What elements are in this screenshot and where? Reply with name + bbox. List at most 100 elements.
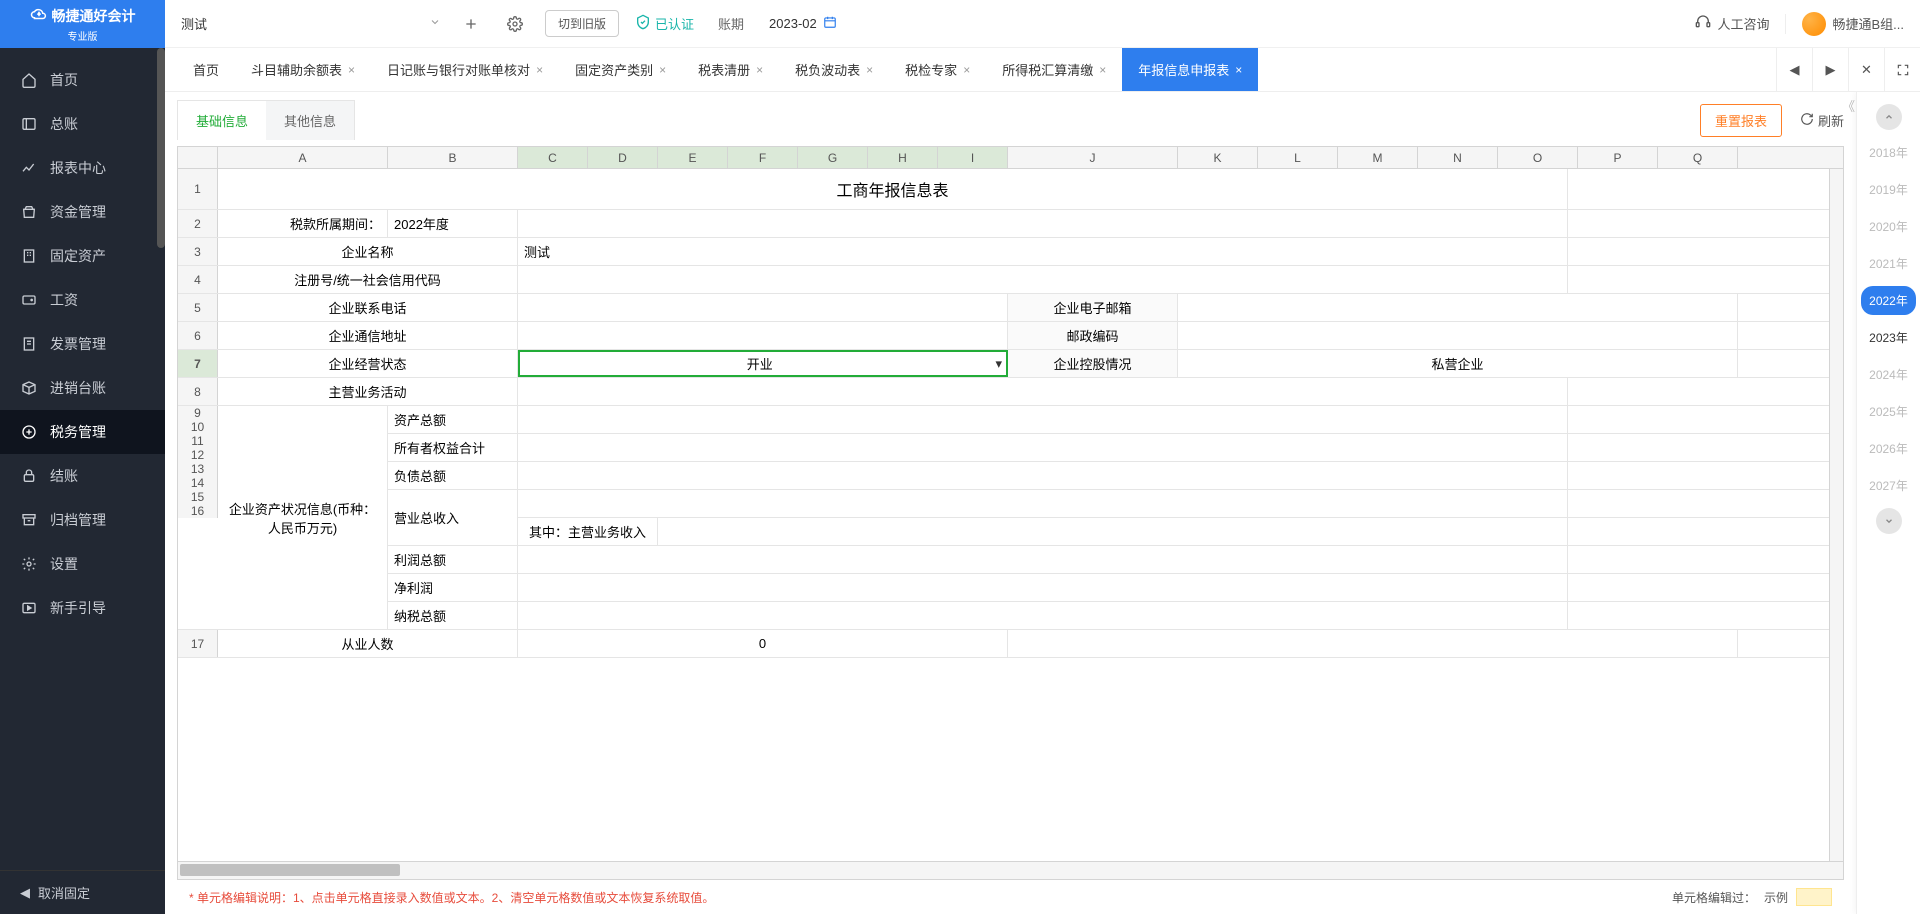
total-tax-label[interactable]: 纳税总额 [388, 602, 518, 629]
tab[interactable]: 固定资产类别× [559, 48, 682, 91]
tab[interactable]: 斗目辅助余额表× [235, 48, 371, 91]
holding-label[interactable]: 企业控股情况 [1008, 350, 1178, 377]
company-name-value[interactable]: 测试 [518, 238, 1568, 265]
phone-value[interactable] [518, 294, 1008, 321]
year-item[interactable]: 2025年 [1861, 397, 1916, 426]
row-head[interactable]: 17 [178, 630, 218, 657]
col-head[interactable]: M [1338, 147, 1418, 168]
col-head[interactable]: O [1498, 147, 1578, 168]
sidebar-unpin[interactable]: ◀ 取消固定 [0, 870, 165, 914]
close-icon[interactable]: × [756, 63, 763, 77]
nav-inventory[interactable]: 进销台账 [0, 366, 165, 410]
nav-invoice[interactable]: 发票管理 [0, 322, 165, 366]
tab[interactable]: 首页 [177, 48, 235, 91]
total-assets-value[interactable] [518, 406, 1568, 433]
company-name-label[interactable]: 企业名称 [218, 238, 518, 265]
switch-old-version-button[interactable]: 切到旧版 [545, 10, 619, 37]
phone-label[interactable]: 企业联系电话 [218, 294, 518, 321]
total-rev-label[interactable]: 营业总收入 [388, 490, 518, 545]
corner-cell[interactable] [178, 147, 218, 168]
row-head[interactable]: 14 [178, 476, 218, 490]
reg-code-value[interactable] [518, 266, 1568, 293]
col-head[interactable]: H [868, 147, 938, 168]
user-menu[interactable]: 畅捷通B组... [1802, 12, 1904, 36]
empty-cell[interactable] [518, 210, 1568, 237]
employees-value[interactable]: 0 [518, 630, 1008, 657]
year-item[interactable]: 2023年 [1861, 323, 1916, 352]
nav-fixed-assets[interactable]: 固定资产 [0, 234, 165, 278]
horizontal-scrollbar[interactable] [178, 861, 1843, 879]
total-liab-value[interactable] [518, 462, 1568, 489]
scroll-thumb[interactable] [180, 864, 400, 876]
row-head[interactable]: 11 [178, 434, 218, 448]
sheet-body[interactable]: 1 工商年报信息表 2 税款所属期间： 2022年度 3 企业名称 测试 [178, 169, 1843, 861]
main-biz-value[interactable] [518, 378, 1568, 405]
tab[interactable]: 税负波动表× [779, 48, 889, 91]
col-head[interactable]: N [1418, 147, 1498, 168]
row-head[interactable]: 5 [178, 294, 218, 321]
sheet-title[interactable]: 工商年报信息表 [218, 169, 1568, 209]
col-head[interactable]: E [658, 147, 728, 168]
row-head[interactable]: 16 [178, 504, 218, 518]
col-head[interactable]: I [938, 147, 1008, 168]
nav-reports[interactable]: 报表中心 [0, 146, 165, 190]
tab[interactable]: 税表清册× [682, 48, 779, 91]
col-head[interactable]: C [518, 147, 588, 168]
employees-label[interactable]: 从业人数 [218, 630, 518, 657]
row-head[interactable]: 15 [178, 490, 218, 504]
reset-report-button[interactable]: 重置报表 [1700, 104, 1782, 137]
close-icon[interactable]: × [659, 63, 666, 77]
sub-tab[interactable]: 其他信息 [266, 101, 354, 140]
col-head[interactable]: P [1578, 147, 1658, 168]
total-liab-label[interactable]: 负债总额 [388, 462, 518, 489]
year-item[interactable]: 2026年 [1861, 434, 1916, 463]
total-tax-value[interactable] [518, 602, 1568, 629]
year-item[interactable]: 2020年 [1861, 212, 1916, 241]
empty-cell[interactable] [1008, 630, 1738, 657]
holding-value[interactable]: 私营企业 [1178, 350, 1738, 377]
close-icon[interactable]: × [963, 63, 970, 77]
nav-close[interactable]: 结账 [0, 454, 165, 498]
close-icon[interactable]: × [866, 63, 873, 77]
tab-scroll-left[interactable]: ◀ [1776, 48, 1812, 92]
col-head[interactable]: K [1178, 147, 1258, 168]
company-selector[interactable]: 测试 [181, 14, 441, 33]
nav-home[interactable]: 首页 [0, 58, 165, 102]
owner-equity-label[interactable]: 所有者权益合计 [388, 434, 518, 461]
col-head[interactable]: D [588, 147, 658, 168]
tab[interactable]: 所得税汇算清缴× [986, 48, 1122, 91]
nav-settings[interactable]: 设置 [0, 542, 165, 586]
total-rev-value[interactable] [518, 490, 1568, 517]
col-head[interactable]: B [388, 147, 518, 168]
year-scroll-down[interactable] [1876, 508, 1902, 534]
col-head[interactable]: Q [1658, 147, 1738, 168]
period-picker[interactable]: 2023-02 [760, 10, 846, 37]
year-item[interactable]: 2024年 [1861, 360, 1916, 389]
period-value-cell[interactable]: 2022年度 [388, 210, 518, 237]
status-label[interactable]: 企业经营状态 [218, 350, 518, 377]
addr-label[interactable]: 企业通信地址 [218, 322, 518, 349]
row-head[interactable]: 3 [178, 238, 218, 265]
row-head[interactable]: 9 [178, 406, 218, 420]
col-head[interactable]: L [1258, 147, 1338, 168]
main-rev-sub-label[interactable]: 其中：主营业务收入 [518, 518, 658, 545]
col-head[interactable]: F [728, 147, 798, 168]
nav-funds[interactable]: 资金管理 [0, 190, 165, 234]
row-head[interactable]: 2 [178, 210, 218, 237]
col-head[interactable]: G [798, 147, 868, 168]
year-item[interactable]: 2021年 [1861, 249, 1916, 278]
settings-button[interactable] [501, 10, 529, 38]
year-item[interactable]: 2018年 [1861, 138, 1916, 167]
row-head[interactable]: 10 [178, 420, 218, 434]
zip-value[interactable] [1178, 322, 1738, 349]
email-value[interactable] [1178, 294, 1738, 321]
tab[interactable]: 年报信息申报表× [1122, 48, 1258, 91]
refresh-button[interactable]: 刷新 [1800, 111, 1844, 130]
close-icon[interactable]: × [1235, 63, 1242, 77]
nav-salary[interactable]: 工资 [0, 278, 165, 322]
tab[interactable]: 日记账与银行对账单核对× [371, 48, 559, 91]
add-button[interactable] [457, 10, 485, 38]
row-head[interactable]: 6 [178, 322, 218, 349]
asset-section-label[interactable]: 企业资产状况信息(币种：人民币万元) [218, 406, 388, 629]
owner-equity-value[interactable] [518, 434, 1568, 461]
